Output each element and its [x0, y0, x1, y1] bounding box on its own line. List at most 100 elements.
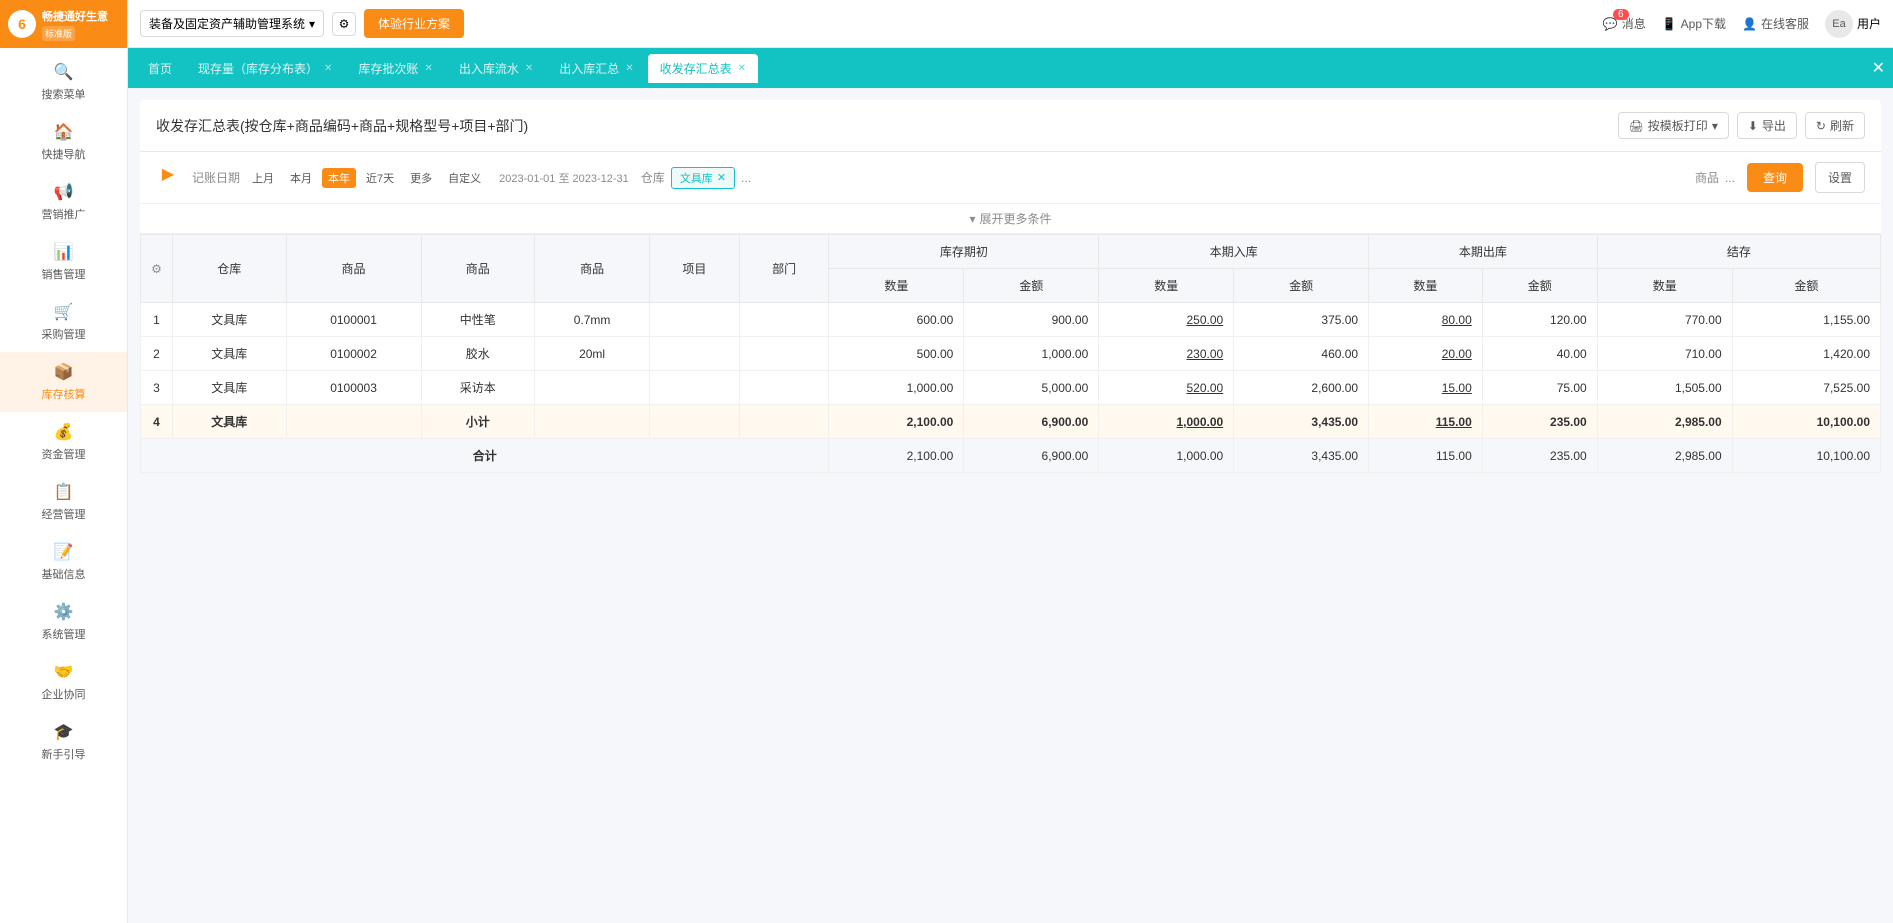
tab-inout-summary[interactable]: 出入库汇总✕: [547, 54, 645, 83]
tab-close-recv-send[interactable]: ✕: [738, 63, 746, 74]
date-range: 2023-01-01 至 2023-12-31: [499, 170, 629, 186]
cell-out-qty[interactable]: 15.00: [1369, 371, 1483, 405]
cell-in-qty[interactable]: 520.00: [1099, 371, 1234, 405]
sidebar-label-sales: 销售管理: [42, 266, 86, 282]
cell-open-amt: 6,900.00: [964, 405, 1099, 439]
tab-stock-dist[interactable]: 现存量（库存分布表）✕: [186, 54, 344, 83]
online-service-btn[interactable]: 👤 在线客服: [1742, 15, 1809, 32]
tab-close-batch[interactable]: ✕: [424, 63, 432, 74]
guide-icon: 🎓: [54, 722, 74, 742]
cell-warehouse: 文具库: [173, 371, 287, 405]
sidebar-item-finance[interactable]: 💰资金管理: [0, 412, 127, 472]
date-btn-本年[interactable]: 本年: [322, 168, 356, 188]
sidebar-label-guide: 新手引导: [42, 746, 86, 762]
tab-inout-flow[interactable]: 出入库流水✕: [447, 54, 545, 83]
page-content: 收发存汇总表(按仓库+商品编码+商品+规格型号+项目+部门) 🖨 按模板打印 ▾…: [128, 88, 1893, 923]
tab-recv-send[interactable]: 收发存汇总表✕: [648, 54, 758, 83]
sidebar-item-guide[interactable]: 🎓 新手引导: [0, 712, 127, 772]
goods-more[interactable]: ...: [1725, 171, 1735, 185]
tab-close-inout-summary[interactable]: ✕: [625, 63, 633, 74]
warehouse-more[interactable]: ...: [741, 171, 751, 185]
query-btn[interactable]: 查询: [1747, 163, 1803, 192]
filter-toggle[interactable]: ▶: [156, 162, 180, 186]
cell-in-amt: 3,435.00: [1234, 405, 1369, 439]
sidebar-item-search[interactable]: 🔍搜索菜单: [0, 52, 127, 112]
date-btn-本月[interactable]: 本月: [284, 168, 318, 188]
system-name: 装备及固定资产辅助管理系统: [149, 15, 305, 32]
tab-label-home: 首页: [148, 60, 172, 77]
cell-spec: 20ml: [535, 337, 650, 371]
settings-btn[interactable]: ⚙: [332, 12, 356, 36]
date-btn-更多[interactable]: 更多: [404, 168, 438, 188]
quick-nav-icon: 🏠: [54, 122, 74, 142]
cell-bal-qty: 770.00: [1597, 303, 1732, 337]
cell-index: 4: [141, 405, 173, 439]
cell-bal-amt: 7,525.00: [1732, 371, 1880, 405]
sidebar-label-finance: 资金管理: [42, 446, 86, 462]
cell-out-amt: 120.00: [1482, 303, 1597, 337]
app-download-btn[interactable]: 📱 App下载: [1662, 15, 1726, 32]
th-outbound-group: 本期出库: [1369, 235, 1598, 269]
sidebar-label-search: 搜索菜单: [42, 86, 86, 102]
app-download-label: App下载: [1681, 15, 1726, 32]
base-info-icon: 📝: [54, 542, 74, 562]
tabs-close-all[interactable]: ✕: [1872, 58, 1885, 78]
cell-in-qty: 1,000.00: [1099, 405, 1234, 439]
cell-bal-amt: 1,155.00: [1732, 303, 1880, 337]
trial-btn[interactable]: 体验行业方案: [364, 9, 464, 38]
cell-in-qty[interactable]: 230.00: [1099, 337, 1234, 371]
sidebar-item-operations[interactable]: 📋经营管理: [0, 472, 127, 532]
cell-dept: [739, 371, 829, 405]
service-label: 在线客服: [1761, 15, 1809, 32]
sidebar-item-sales[interactable]: 📊销售管理: [0, 232, 127, 292]
expand-btn[interactable]: ▾ 展开更多条件: [969, 210, 1051, 227]
date-btn-上月[interactable]: 上月: [246, 168, 280, 188]
cell-out-amt: 235.00: [1482, 405, 1597, 439]
cell-open-qty: 2,100.00: [829, 405, 964, 439]
date-btn-自定义[interactable]: 自定义: [442, 168, 487, 188]
print-btn[interactable]: 🖨 按模板打印 ▾: [1618, 112, 1729, 139]
sidebar-label-base-info: 基础信息: [42, 566, 86, 582]
system-select[interactable]: 装备及固定资产辅助管理系统 ▾: [140, 10, 324, 37]
sidebar-item-cooperation[interactable]: 🤝企业协同: [0, 652, 127, 712]
tab-close-stock-dist[interactable]: ✕: [324, 63, 332, 74]
sidebar-item-system[interactable]: ⚙️系统管理: [0, 592, 127, 652]
column-settings-icon[interactable]: ⚙: [151, 262, 162, 276]
tab-batch[interactable]: 库存批次账✕: [346, 54, 444, 83]
total-out-amt: 235.00: [1482, 439, 1597, 473]
export-btn[interactable]: ⬇ 导出: [1737, 112, 1797, 139]
user-menu[interactable]: Ea 用户: [1825, 10, 1881, 38]
cooperation-icon: 🤝: [54, 662, 74, 682]
tab-home[interactable]: 首页: [136, 54, 184, 83]
cell-code: 0100001: [286, 303, 421, 337]
set-btn[interactable]: 设置: [1815, 162, 1865, 193]
data-table: ⚙ 仓库 商品 商品 商品 项目 部门 库存期初 本期入库 本期出库 结存: [140, 234, 1881, 473]
page-actions: 🖨 按模板打印 ▾ ⬇ 导出 ↻ 刷新: [1618, 112, 1865, 139]
messages-btn[interactable]: 💬 消息 6: [1603, 15, 1646, 32]
cell-out-qty[interactable]: 80.00: [1369, 303, 1483, 337]
th-spec: 商品: [535, 235, 650, 303]
cell-project: [650, 405, 740, 439]
goods-filter: 商品 ...: [1695, 169, 1735, 186]
export-label: 导出: [1762, 117, 1786, 134]
cell-dept: [739, 405, 829, 439]
cell-index: 3: [141, 371, 173, 405]
sidebar-item-base-info[interactable]: 📝 基础信息: [0, 532, 127, 592]
tab-close-inout-flow[interactable]: ✕: [525, 63, 533, 74]
warehouse-tag-close[interactable]: ✕: [717, 171, 726, 184]
date-btn-近7天[interactable]: 近7天: [360, 168, 400, 188]
cell-in-qty[interactable]: 250.00: [1099, 303, 1234, 337]
refresh-btn[interactable]: ↻ 刷新: [1805, 112, 1865, 139]
cell-open-amt: 5,000.00: [964, 371, 1099, 405]
table-row: 4 文具库 小计 2,100.00 6,900.00 1,000.00 3,43…: [141, 405, 1881, 439]
sidebar-item-inventory[interactable]: 📦库存核算: [0, 352, 127, 412]
sidebar-item-purchase[interactable]: 🛒采购管理: [0, 292, 127, 352]
th-out-qty: 数量: [1369, 269, 1483, 303]
th-inbound-group: 本期入库: [1099, 235, 1369, 269]
sidebar-item-marketing[interactable]: 📢营销推广: [0, 172, 127, 232]
sidebar-item-quick-nav[interactable]: 🏠快捷导航: [0, 112, 127, 172]
sidebar: 6 畅捷通好生意 标准版 🔍搜索菜单🏠快捷导航📢营销推广📊销售管理🛒采购管理📦库…: [0, 0, 128, 923]
cell-out-qty[interactable]: 20.00: [1369, 337, 1483, 371]
cell-bal-qty: 710.00: [1597, 337, 1732, 371]
cell-out-qty: 115.00: [1369, 405, 1483, 439]
